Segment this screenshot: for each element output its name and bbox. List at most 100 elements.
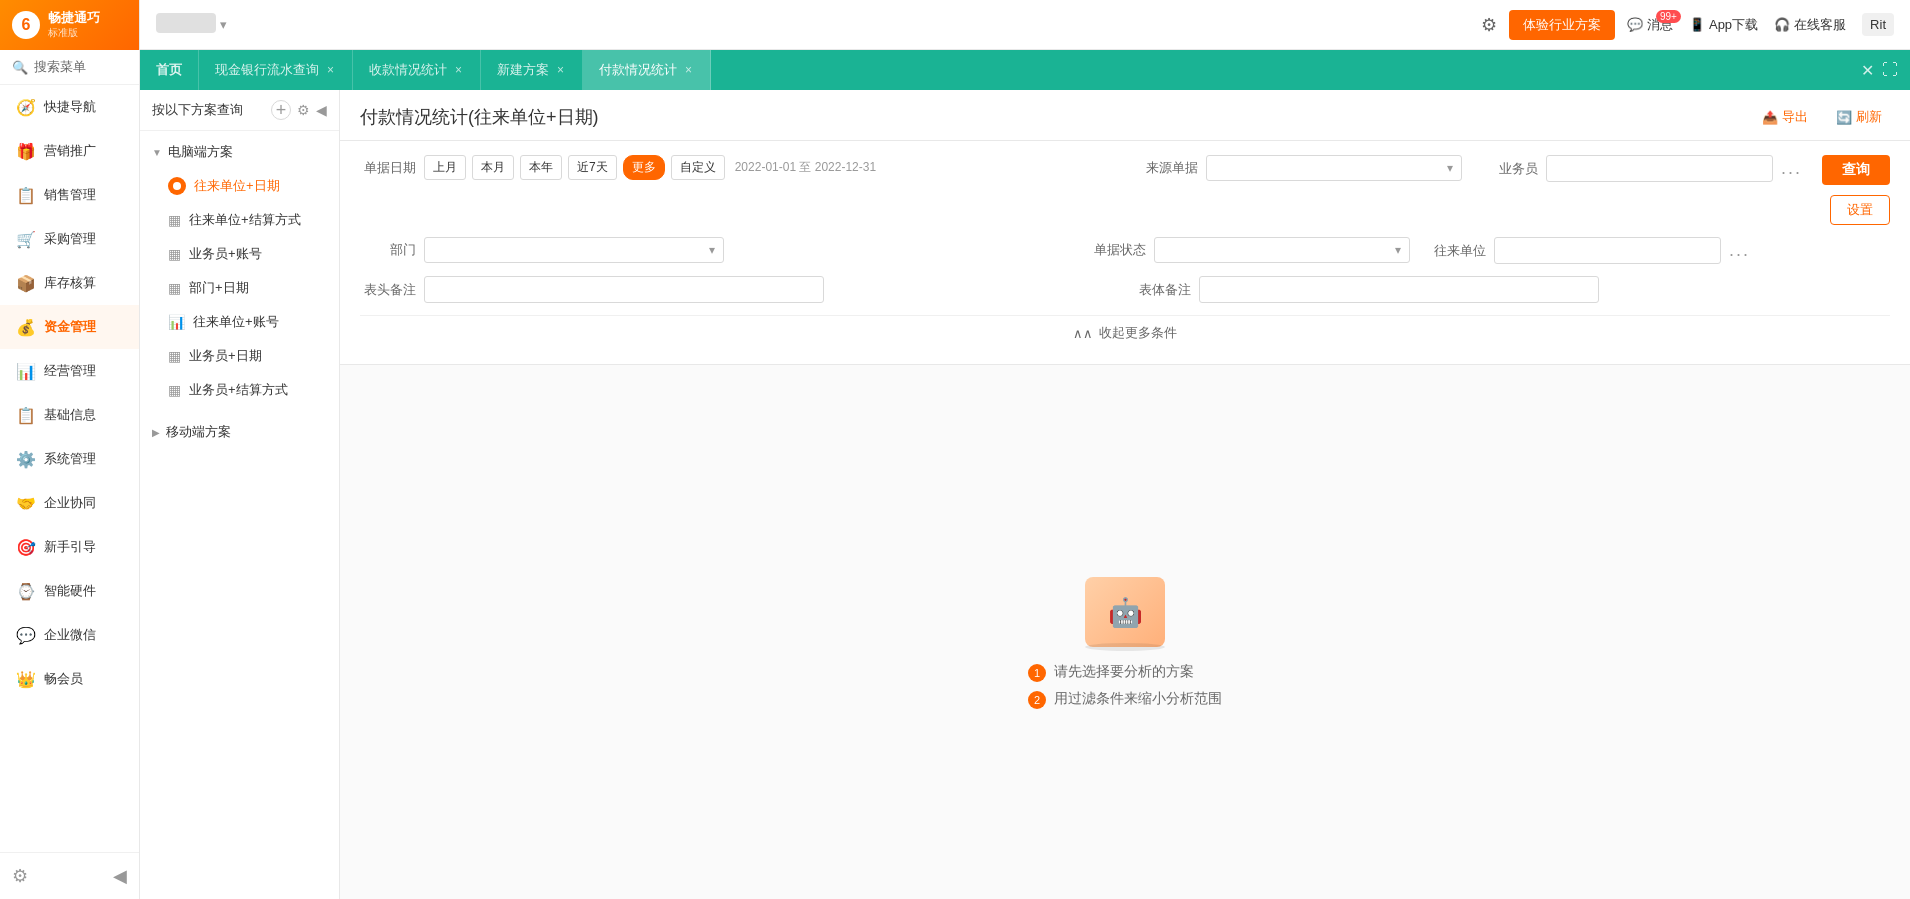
scheme-group-mobile: ▶ 移动端方案: [140, 411, 339, 453]
trial-btn[interactable]: 体验行业方案: [1509, 10, 1615, 40]
date-btn-custom[interactable]: 自定义: [671, 155, 725, 180]
scheme-item-partner-date[interactable]: 往来单位+日期: [140, 169, 339, 203]
tab-close-all-icon[interactable]: ✕: [1861, 61, 1874, 80]
filter-salesperson: 业务员 ...: [1482, 155, 1802, 182]
search-menu[interactable]: 🔍 搜索菜单: [0, 50, 139, 85]
date-btn-last-month[interactable]: 上月: [424, 155, 466, 180]
filter-voucher-status: 单据状态 ▾: [1090, 237, 1410, 263]
date-btn-7days[interactable]: 近7天: [568, 155, 617, 180]
filter-row-2: 部门 ▾ 单据状态 ▾ 往来单位: [360, 237, 1890, 264]
salesperson-input[interactable]: [1546, 155, 1773, 182]
scheme-panel-header: 按以下方案查询 + ⚙ ◀: [140, 90, 339, 131]
footer-collapse-icon[interactable]: ◀: [113, 865, 127, 887]
search-icon: 🔍: [12, 60, 28, 75]
nav-icon-finance: 💰: [16, 317, 36, 337]
nav-icon-cooperation: 🤝: [16, 493, 36, 513]
salesperson-dots[interactable]: ...: [1781, 158, 1802, 179]
scheme-item-partner-settlement[interactable]: ▦ 往来单位+结算方式: [140, 203, 339, 237]
sidebar-item-basic[interactable]: 📋 基础信息: [0, 393, 139, 437]
topbar-settings-icon[interactable]: ⚙: [1481, 14, 1497, 36]
date-btn-this-month[interactable]: 本月: [472, 155, 514, 180]
tip-num-1: 1: [1028, 664, 1046, 682]
scheme-chart-icon: 📊: [168, 314, 185, 330]
export-btn[interactable]: 📤 导出: [1754, 104, 1816, 130]
nav-icon-basic: 📋: [16, 405, 36, 425]
sidebar-item-member[interactable]: 👑 畅会员: [0, 657, 139, 701]
voucher-status-select[interactable]: ▾: [1154, 237, 1410, 263]
empty-box: 🤖: [1085, 577, 1165, 647]
sidebar-item-sales[interactable]: 📋 销售管理: [0, 173, 139, 217]
mobile-group-arrow: ▶: [152, 427, 160, 438]
online-service-btn[interactable]: 🎧 在线客服: [1774, 16, 1846, 34]
body-note-input[interactable]: [1199, 276, 1599, 303]
sidebar-header: 6 畅捷通巧 标准版: [0, 0, 139, 50]
sidebar-item-purchase[interactable]: 🛒 采购管理: [0, 217, 139, 261]
tab-receipts[interactable]: 收款情况统计 ×: [353, 50, 481, 90]
sidebar-item-hardware[interactable]: ⌚ 智能硬件: [0, 569, 139, 613]
app-download-btn[interactable]: 📱 App下载: [1689, 16, 1758, 34]
messages-btn[interactable]: 💬 消息 99+: [1627, 16, 1673, 34]
voucher-date-label: 单据日期: [360, 159, 416, 177]
counterparty-dots[interactable]: ...: [1729, 240, 1750, 261]
messages-badge: 99+: [1656, 10, 1681, 23]
sidebar-item-system[interactable]: ⚙️ 系统管理: [0, 437, 139, 481]
refresh-icon: 🔄: [1836, 110, 1852, 125]
nav-icon-marketing: 🎁: [16, 141, 36, 161]
filter-voucher-date: 单据日期 上月 本月 本年 近7天 更多 自定义 2022-01-01 至 20…: [360, 155, 1122, 180]
tab-fullscreen-icon[interactable]: ⛶: [1882, 61, 1898, 79]
app-logo-icon: 6: [12, 11, 40, 39]
tab-close-new-scheme[interactable]: ×: [555, 61, 566, 79]
header-note-input[interactable]: [424, 276, 824, 303]
tab-close-receipts[interactable]: ×: [453, 61, 464, 79]
sidebar-item-quick-nav[interactable]: 🧭 快捷导航: [0, 85, 139, 129]
sidebar-item-finance[interactable]: 💰 资金管理: [0, 305, 139, 349]
date-btn-more[interactable]: 更多: [623, 155, 665, 180]
breadcrumb-avatar-placeholder: [156, 13, 216, 36]
sidebar-item-wechat[interactable]: 💬 企业微信: [0, 613, 139, 657]
tab-close-payments[interactable]: ×: [683, 61, 694, 79]
scheme-table-icon-3: ▦: [168, 348, 181, 364]
tab-payments[interactable]: 付款情况统计 ×: [583, 50, 711, 90]
sidebar-item-marketing[interactable]: 🎁 营销推广: [0, 129, 139, 173]
sidebar-item-operation[interactable]: 📊 经营管理: [0, 349, 139, 393]
scheme-item-salesperson-settlement[interactable]: ▦ 业务员+结算方式: [140, 373, 339, 407]
scheme-group-mobile-header[interactable]: ▶ 移动端方案: [140, 415, 339, 449]
counterparty-input[interactable]: [1494, 237, 1721, 264]
topbar-dropdown-icon[interactable]: ▾: [220, 17, 227, 32]
dept-select[interactable]: ▾: [424, 237, 724, 263]
content-area: 付款情况统计(往来单位+日期) 📤 导出 🔄 刷新: [340, 90, 1910, 899]
scheme-item-salesperson-date[interactable]: ▦ 业务员+日期: [140, 339, 339, 373]
svg-rect-0: [156, 13, 216, 33]
footer-settings-icon[interactable]: ⚙: [12, 865, 28, 887]
scheme-collapse-icon[interactable]: ◀: [316, 102, 327, 118]
scheme-table-icon-0: ▦: [168, 212, 181, 228]
setting-btn[interactable]: 设置: [1830, 195, 1890, 225]
scheme-settings-icon[interactable]: ⚙: [297, 102, 310, 118]
tab-cash-flow[interactable]: 现金银行流水查询 ×: [199, 50, 353, 90]
user-name[interactable]: Rit: [1862, 13, 1894, 36]
query-btn[interactable]: 查询: [1822, 155, 1890, 185]
empty-box-icon: 🤖: [1108, 596, 1143, 629]
collapse-more-btn[interactable]: ∧∧ 收起更多条件: [360, 315, 1890, 350]
scheme-item-salesperson-account[interactable]: ▦ 业务员+账号: [140, 237, 339, 271]
scheme-group-desktop-header[interactable]: ▼ 电脑端方案: [140, 135, 339, 169]
sidebar-item-cooperation[interactable]: 🤝 企业协同: [0, 481, 139, 525]
tab-home[interactable]: 首页: [140, 50, 199, 90]
header-note-label: 表头备注: [360, 281, 416, 299]
scheme-table-icon-4: ▦: [168, 382, 181, 398]
result-area: 🤖 1 请先选择要分析的方案 2 用过滤条件来缩小分析范围: [340, 365, 1910, 899]
voucher-status-label: 单据状态: [1090, 241, 1146, 259]
dept-label: 部门: [360, 241, 416, 259]
date-btn-this-year[interactable]: 本年: [520, 155, 562, 180]
tab-new-scheme[interactable]: 新建方案 ×: [481, 50, 583, 90]
scheme-item-dept-date[interactable]: ▦ 部门+日期: [140, 271, 339, 305]
source-voucher-select[interactable]: ▾: [1206, 155, 1462, 181]
scheme-group-desktop: ▼ 电脑端方案 往来单位+日期 ▦ 往来单位+结算方式 ▦ 业务员+账号: [140, 131, 339, 411]
tab-close-cash-flow[interactable]: ×: [325, 61, 336, 79]
sidebar-item-inventory[interactable]: 📦 库存核算: [0, 261, 139, 305]
scheme-add-icon[interactable]: +: [271, 100, 291, 120]
nav-icon-purchase: 🛒: [16, 229, 36, 249]
scheme-item-partner-account[interactable]: 📊 往来单位+账号: [140, 305, 339, 339]
refresh-btn[interactable]: 🔄 刷新: [1828, 104, 1890, 130]
sidebar-item-guide[interactable]: 🎯 新手引导: [0, 525, 139, 569]
